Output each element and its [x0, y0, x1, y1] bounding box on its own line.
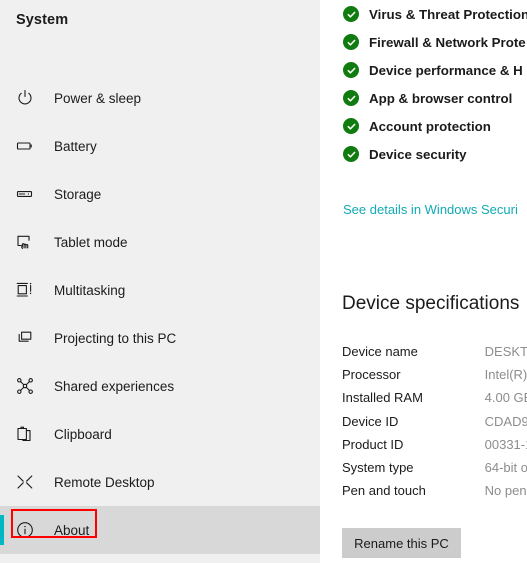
sidebar-scrollbar-track[interactable]	[313, 0, 321, 563]
sidebar-item-label: Battery	[54, 138, 97, 154]
security-status-label: Firewall & Network Prote	[369, 34, 526, 50]
spec-value: Intel(R) Cor	[484, 367, 527, 383]
multitasking-icon	[14, 279, 36, 301]
sidebar-item-storage[interactable]: Storage	[0, 170, 320, 218]
green-check-circle-icon	[343, 34, 359, 50]
security-status-label: Device performance & H	[369, 62, 523, 78]
battery-icon	[14, 135, 36, 157]
sidebar-item-label: Clipboard	[54, 426, 112, 442]
page-title: System	[16, 12, 69, 28]
spec-value: No pen or t	[484, 483, 527, 499]
sidebar-item-remote-desktop[interactable]: Remote Desktop	[0, 458, 320, 506]
sidebar-nav-list: Power & sleep Battery Storage Tablet mode Mu…	[0, 74, 320, 554]
sidebar-item-projecting-to-this-pc[interactable]: Projecting to this PC	[0, 314, 320, 362]
spec-value: 00331-1000	[484, 436, 527, 452]
device-specifications-body: Device name DESKTOP-M Processor Intel(R) Co…	[342, 340, 527, 502]
security-status-item: Account protection	[321, 112, 527, 140]
settings-system-page: System Power & sleep Battery Storage Tablet…	[0, 0, 527, 563]
green-check-circle-icon	[343, 146, 359, 162]
spec-label: System type	[342, 460, 414, 476]
sidebar-item-label: About	[54, 522, 90, 538]
spec-value: CDAD9A7C	[484, 413, 527, 429]
security-status-item: App & browser control	[321, 84, 527, 112]
sidebar-item-label: Storage	[54, 186, 102, 202]
sidebar-item-about[interactable]: About	[0, 506, 320, 554]
spec-row: Processor Intel(R) Cor	[342, 363, 527, 386]
security-status-item: Firewall & Network Prote	[321, 28, 527, 56]
sidebar-item-clipboard[interactable]: Clipboard	[0, 410, 320, 458]
security-status-item: Device performance & H	[321, 56, 527, 84]
sidebar-item-label: Remote Desktop	[54, 474, 155, 490]
spec-row: Device name DESKTOP-M	[342, 340, 527, 363]
green-check-circle-icon	[343, 6, 359, 22]
spec-label: Installed RAM	[342, 390, 423, 406]
security-status-label: Device security	[369, 146, 467, 162]
sidebar-item-battery[interactable]: Battery	[0, 122, 320, 170]
sidebar-item-label: Power & sleep	[54, 90, 142, 106]
spec-value: DESKTOP-M	[484, 344, 527, 360]
security-status-list: Virus & Threat Protection Firewall & Netw…	[321, 0, 527, 168]
security-status-item: Virus & Threat Protection	[321, 0, 527, 28]
see-details-windows-security-link[interactable]: See details in Windows Securi	[343, 202, 518, 217]
tablet-mode-icon	[14, 231, 36, 253]
sidebar-item-multitasking[interactable]: Multitasking	[0, 266, 320, 314]
spec-row: Device ID CDAD9A7C	[342, 410, 527, 433]
spec-row: Pen and touch No pen or t	[342, 479, 527, 502]
spec-label: Product ID	[342, 436, 404, 452]
security-status-label: App & browser control	[369, 90, 513, 106]
sidebar-item-label: Projecting to this PC	[54, 330, 177, 346]
content-panel: Virus & Threat Protection Firewall & Netw…	[321, 0, 527, 563]
device-specifications-table: Device name DESKTOP-M Processor Intel(R) Co…	[342, 340, 527, 502]
power-icon	[14, 87, 36, 109]
selection-accent-bar	[0, 515, 4, 545]
security-status-label: Account protection	[369, 118, 491, 134]
sidebar-item-label: Shared experiences	[54, 378, 175, 394]
spec-row: Installed RAM 4.00 GB	[342, 386, 527, 409]
shared-experiences-icon	[14, 375, 36, 397]
spec-label: Device ID	[342, 413, 399, 429]
projecting-icon	[14, 327, 36, 349]
spec-row: System type 64-bit oper	[342, 456, 527, 479]
sidebar-item-tablet-mode[interactable]: Tablet mode	[0, 218, 320, 266]
spec-row: Product ID 00331-1000	[342, 433, 527, 456]
sidebar-item-power-sleep[interactable]: Power & sleep	[0, 74, 320, 122]
green-check-circle-icon	[343, 90, 359, 106]
spec-label: Processor	[342, 367, 401, 383]
security-status-label: Virus & Threat Protection	[369, 6, 527, 22]
device-specifications-heading: Device specifications	[342, 293, 520, 314]
sidebar-item-shared-experiences[interactable]: Shared experiences	[0, 362, 320, 410]
spec-label: Device name	[342, 344, 418, 360]
security-status-item: Device security	[321, 140, 527, 168]
sidebar-item-label: Tablet mode	[54, 234, 128, 250]
sidebar-item-label: Multitasking	[54, 282, 126, 298]
clipboard-icon	[14, 423, 36, 445]
info-icon	[14, 519, 36, 541]
storage-icon	[14, 183, 36, 205]
green-check-circle-icon	[343, 62, 359, 78]
remote-desktop-icon	[14, 471, 36, 493]
spec-label: Pen and touch	[342, 483, 426, 499]
spec-value: 4.00 GB	[484, 390, 527, 406]
rename-this-pc-button[interactable]: Rename this PC	[342, 528, 461, 558]
green-check-circle-icon	[343, 118, 359, 134]
settings-sidebar: System Power & sleep Battery Storage Tablet…	[0, 0, 320, 563]
spec-value: 64-bit oper	[484, 460, 527, 476]
